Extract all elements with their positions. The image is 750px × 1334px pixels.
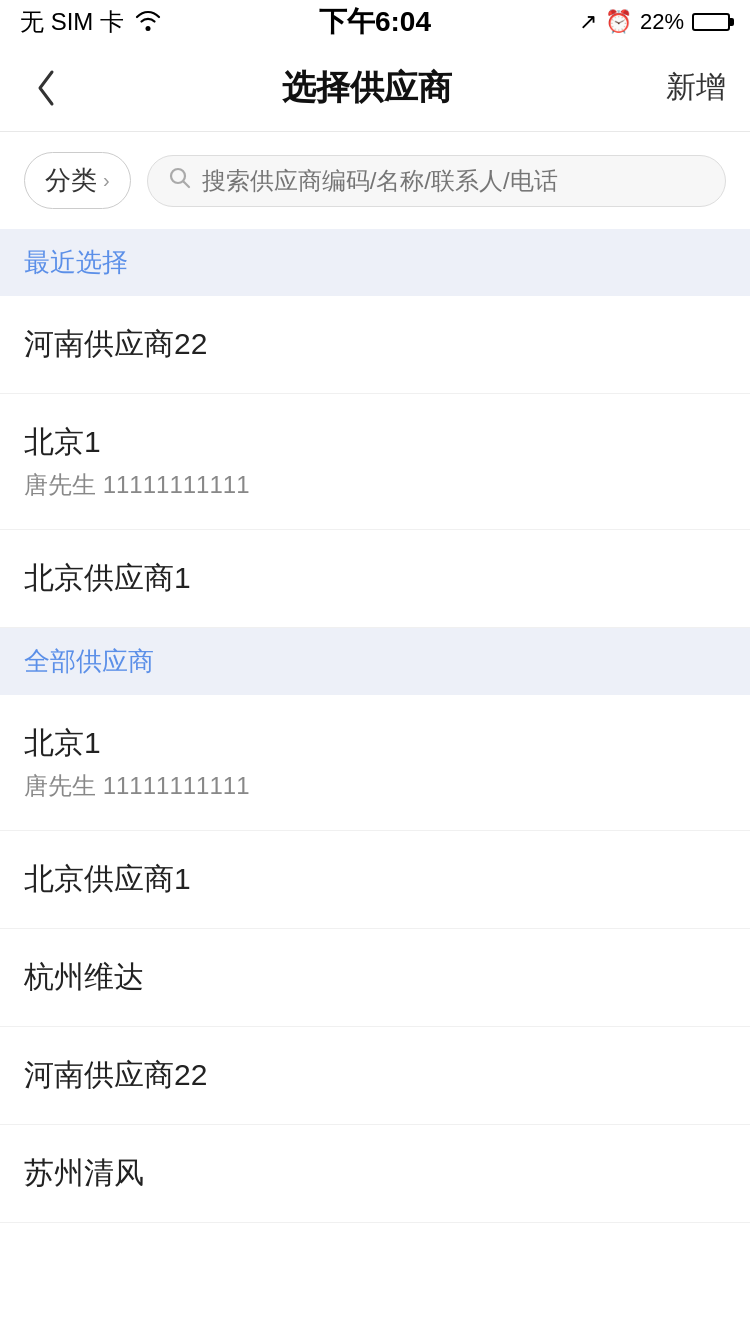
list-item[interactable]: 河南供应商22	[0, 1027, 750, 1125]
page-title: 选择供应商	[282, 65, 452, 111]
recent-list: 河南供应商22 北京1 唐先生 11111111111 北京供应商1	[0, 296, 750, 628]
list-item[interactable]: 苏州清风	[0, 1125, 750, 1223]
status-bar: 无 SIM 卡 下午6:04 ↗ ⏰ 22%	[0, 0, 750, 44]
recent-section-label: 最近选择	[24, 247, 128, 277]
item-sub: 唐先生 11111111111	[24, 770, 726, 802]
back-button[interactable]	[24, 58, 68, 118]
item-name: 河南供应商22	[24, 324, 726, 365]
category-label: 分类	[45, 163, 97, 198]
category-button[interactable]: 分类 ›	[24, 152, 131, 209]
nav-bar: 选择供应商 新增	[0, 44, 750, 132]
alarm-icon: ⏰	[605, 9, 632, 35]
location-icon: ↗	[579, 9, 597, 35]
item-name: 杭州维达	[24, 957, 726, 998]
filter-bar: 分类 ›	[0, 132, 750, 229]
list-item[interactable]: 河南供应商22	[0, 296, 750, 394]
all-section-label: 全部供应商	[24, 646, 154, 676]
item-name: 北京供应商1	[24, 558, 726, 599]
item-sub: 唐先生 11111111111	[24, 469, 726, 501]
search-input[interactable]	[202, 167, 705, 195]
item-name: 苏州清风	[24, 1153, 726, 1194]
search-icon	[168, 166, 192, 196]
chevron-right-icon: ›	[103, 169, 110, 192]
status-time: 下午6:04	[319, 3, 431, 41]
list-item[interactable]: 北京供应商1	[0, 831, 750, 929]
recent-section-header: 最近选择	[0, 229, 750, 296]
list-item[interactable]: 北京供应商1	[0, 530, 750, 628]
carrier-text: 无 SIM 卡	[20, 6, 124, 38]
status-carrier: 无 SIM 卡	[20, 6, 162, 38]
battery-percent: 22%	[640, 9, 684, 35]
item-name: 河南供应商22	[24, 1055, 726, 1096]
add-button[interactable]: 新增	[666, 67, 726, 108]
list-item[interactable]: 北京1 唐先生 11111111111	[0, 394, 750, 530]
item-name: 北京1	[24, 723, 726, 764]
battery-icon	[692, 13, 730, 31]
list-item[interactable]: 北京1 唐先生 11111111111	[0, 695, 750, 831]
wifi-icon	[134, 9, 162, 36]
status-indicators: ↗ ⏰ 22%	[579, 9, 730, 35]
item-name: 北京1	[24, 422, 726, 463]
search-box[interactable]	[147, 155, 726, 207]
list-item[interactable]: 杭州维达	[0, 929, 750, 1027]
all-list: 北京1 唐先生 11111111111 北京供应商1 杭州维达河南供应商22 苏州清风	[0, 695, 750, 1223]
all-section-header: 全部供应商	[0, 628, 750, 695]
item-name: 北京供应商1	[24, 859, 726, 900]
